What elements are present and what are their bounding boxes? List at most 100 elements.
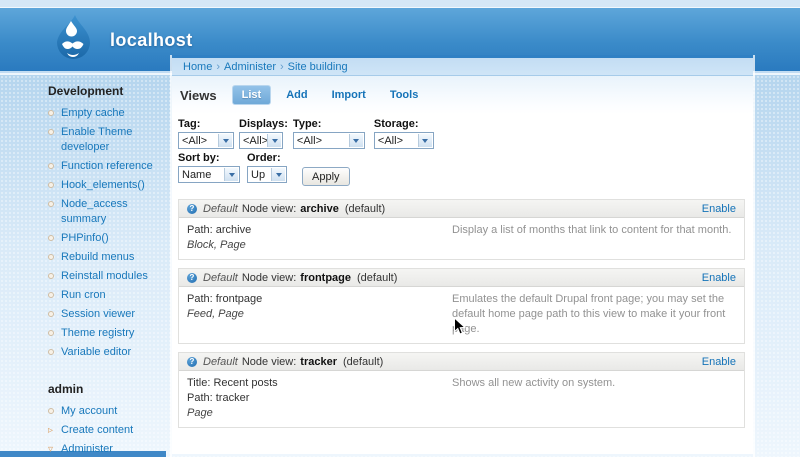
sidebar-link[interactable]: Node_access summary [61,198,128,225]
sidebar-link[interactable]: Create content [61,424,133,436]
bullet-circle-icon [48,349,54,355]
sidebar-link[interactable]: Function reference [61,160,153,172]
breadcrumb-link-site-building[interactable]: Site building [288,61,348,73]
filter-label: Order: [247,152,281,164]
enable-link[interactable]: Enable [702,203,736,215]
sidebar-link[interactable]: Run cron [61,289,106,301]
dropdown-arrow-icon[interactable] [271,168,285,181]
sidebar-item-my-account: My account [14,404,171,419]
tab-import[interactable]: Import [323,86,375,104]
help-icon[interactable]: ? [187,356,197,367]
bullet-circle-icon [48,408,54,414]
top-strip [0,0,800,8]
drupal-logo-icon [50,12,96,68]
filter-group-storage: Storage: <All> [373,118,434,149]
breadcrumb-link-administer[interactable]: Administer [224,61,276,73]
view-default-suffix: (default) [344,202,386,215]
bullet-circle-icon [48,330,54,336]
tab-add[interactable]: Add [277,86,316,104]
view-description: Emulates the default Drupal front page; … [452,293,726,335]
view-path: Path: frontpage [187,293,263,305]
sidebar-menu-admin: My account Create content Administer Con… [14,404,171,457]
panel-body: Views List Add Import Tools Tag: <All> D… [172,76,753,454]
enable-link[interactable]: Enable [702,272,736,284]
dropdown-arrow-icon[interactable] [267,134,281,147]
sidebar-item-node-access-summary: Node_access summary [14,197,171,227]
select-value: <All> [182,134,208,147]
filter-label: Type: [292,118,322,130]
sidebar-item-create-content: Create content [14,423,171,438]
sidebar: Development Empty cache Enable Theme dev… [14,84,171,457]
view-kind-label: Node view: [241,271,297,284]
tag-select[interactable]: <All> [178,132,234,149]
sidebar-item-rebuild-menus: Rebuild menus [14,250,171,265]
dropdown-arrow-icon[interactable] [218,134,232,147]
view-row-body: Path: archive Block, Page Display a list… [179,218,744,259]
filter-label: Displays: [239,118,288,130]
view-row-archive: ? Default Node view: archive (default) E… [178,199,745,260]
storage-select[interactable]: <All> [373,132,434,149]
sidebar-link[interactable]: Rebuild menus [61,251,134,263]
view-type-label: Default [203,271,238,284]
breadcrumb-link-home[interactable]: Home [183,61,212,73]
type-select[interactable]: <All> [292,132,365,149]
select-value: Up [251,168,266,181]
view-displays: Feed, Page [187,308,244,320]
dropdown-arrow-icon[interactable] [224,168,238,181]
view-type-label: Default [203,355,238,368]
sidebar-link[interactable]: Empty cache [61,107,125,119]
sidebar-item-variable-editor: Variable editor [14,345,171,360]
view-details: Path: archive Block, Page [187,223,452,253]
view-description: Display a list of months that link to co… [452,224,732,236]
sidebar-section-admin: admin [48,382,84,396]
sidebar-menu-development: Empty cache Enable Theme developer Funct… [14,106,171,360]
screen: localhost Development Empty cache Enable… [0,0,800,457]
bullet-circle-icon [48,254,54,260]
sidebar-link[interactable]: Session viewer [61,308,135,320]
displays-select[interactable]: <All> [239,132,283,149]
sidebar-item-theme-registry: Theme registry [14,326,171,341]
view-default-suffix: (default) [342,355,384,368]
breadcrumb-separator: › [216,61,221,73]
dropdown-arrow-icon[interactable] [348,134,363,147]
order-select[interactable]: Up [247,166,287,183]
filters: Tag: <All> Displays: <All> Type: <All> S… [172,114,753,191]
view-description: Shows all new activity on system. [452,377,616,389]
sidebar-link[interactable]: My account [61,405,117,417]
apply-button[interactable]: Apply [302,167,350,186]
tab-list[interactable]: List [231,85,272,105]
enable-link[interactable]: Enable [702,356,736,368]
views-header-bar: Views List Add Import Tools [172,76,753,114]
bullet-circle-icon [48,201,54,207]
filter-label: Tag: [178,118,201,130]
sidebar-link[interactable]: PHPinfo() [61,232,109,244]
collapsed-arrow-icon[interactable] [48,423,53,438]
dropdown-arrow-icon[interactable] [417,134,432,147]
bullet-circle-icon [48,292,54,298]
tab-tools[interactable]: Tools [381,86,428,104]
help-icon[interactable]: ? [187,203,197,214]
view-type-label: Default [203,202,238,215]
view-name: archive [300,202,339,215]
help-icon[interactable]: ? [187,272,197,283]
sidebar-item-function-reference: Function reference [14,159,171,174]
sidebar-section-development: Development [48,84,124,98]
view-displays: Page [187,407,213,419]
sidebar-item-reinstall-modules: Reinstall modules [14,269,171,284]
sidebar-link[interactable]: Reinstall modules [61,270,148,282]
view-name: tracker [300,355,337,368]
sidebar-link[interactable]: Variable editor [61,346,131,358]
bullet-circle-icon [48,129,54,135]
filter-group-type: Type: <All> [292,118,365,149]
view-title: Title: Recent posts [187,377,278,389]
mouse-cursor-icon [453,316,467,339]
expanded-arrow-icon[interactable] [48,442,53,457]
sidebar-link[interactable]: Theme registry [61,327,134,339]
filter-group-displays: Displays: <All> [239,118,288,149]
content-panel: Home › Administer › Site building Views List… [170,55,755,457]
sidebar-link[interactable]: Enable Theme developer [61,126,132,153]
sidebar-link[interactable]: Hook_elements() [61,179,145,191]
view-row-header: ? Default Node view: frontpage (default)… [179,269,744,287]
sort-by-select[interactable]: Name [178,166,240,183]
sidebar-link[interactable]: Administer [61,443,113,455]
